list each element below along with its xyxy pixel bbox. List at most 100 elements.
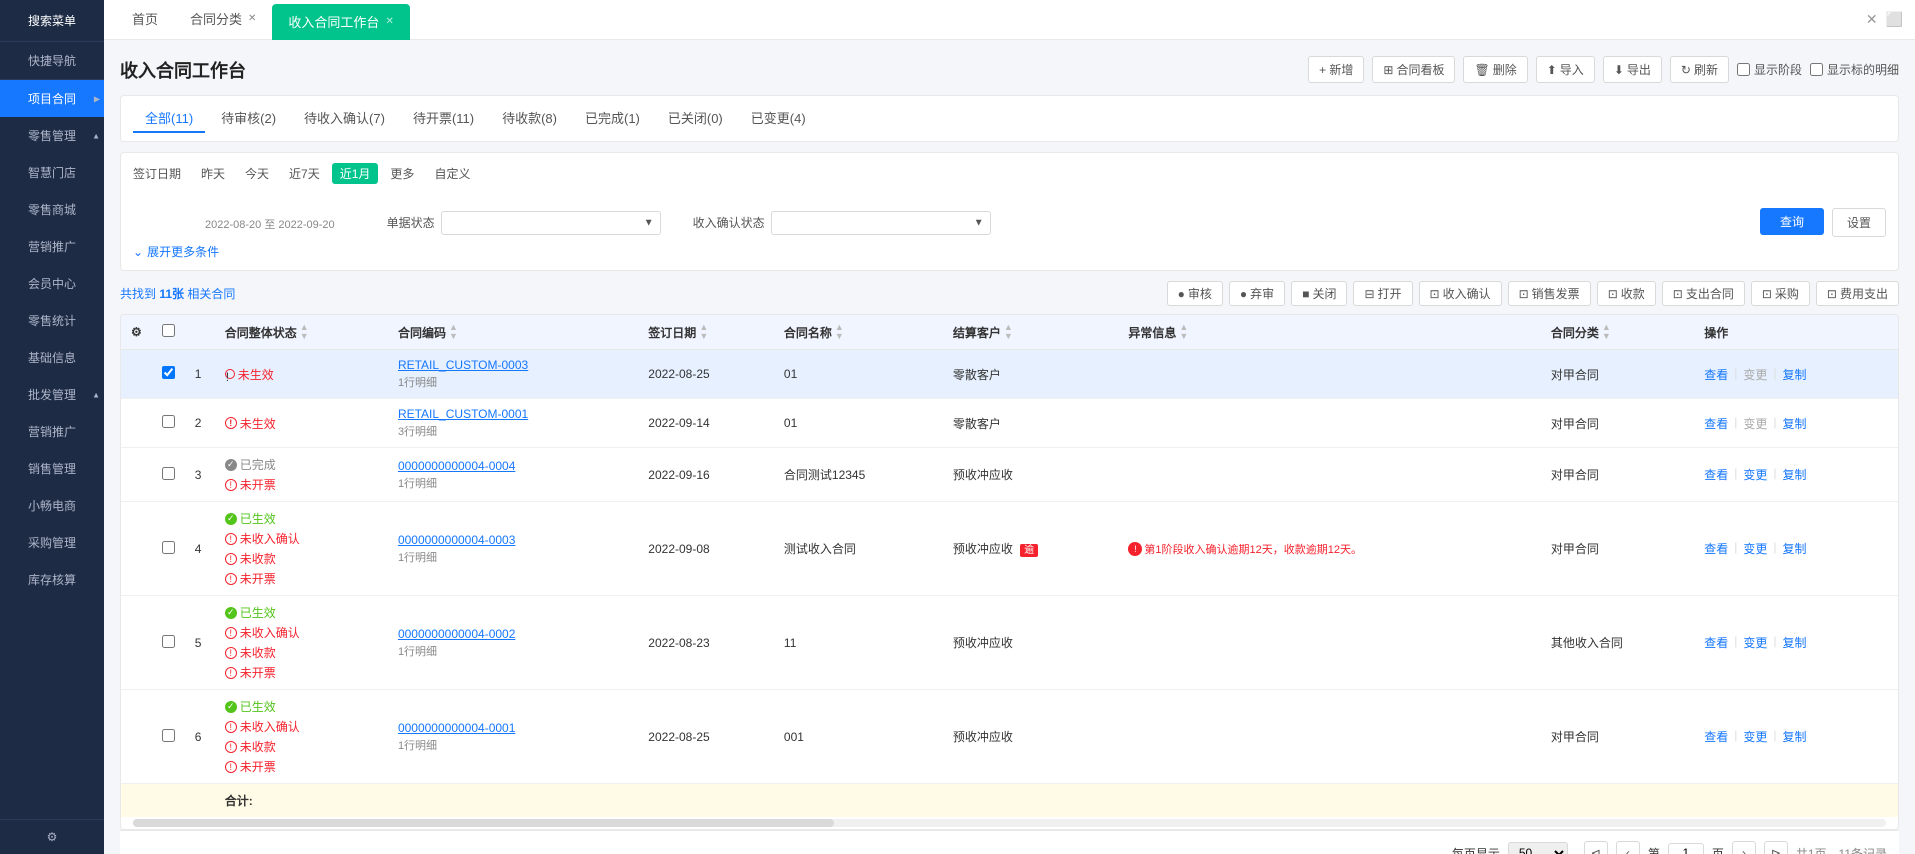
tab-income-workbench-close[interactable]: ✕ — [385, 16, 393, 27]
audit-button[interactable]: ● 审核 — [1167, 281, 1223, 306]
status-tab-pending-review[interactable]: 待审核(2) — [209, 104, 288, 133]
sales-invoice-button[interactable]: ⊡ 销售发票 — [1508, 281, 1591, 306]
show-fields-input[interactable] — [1737, 63, 1750, 76]
row3-code-link[interactable]: 0000000000004-0004 — [398, 459, 628, 473]
status-tab-pending-collect[interactable]: 待收款(8) — [490, 104, 569, 133]
scroll-thumb[interactable] — [133, 819, 834, 827]
row1-view[interactable]: 查看 — [1704, 366, 1728, 383]
close-button[interactable]: ■ 关闭 — [1291, 281, 1347, 306]
row3-change[interactable]: 变更 — [1743, 466, 1767, 483]
expense-out-button[interactable]: ⊡ 支出合同 — [1662, 281, 1745, 306]
row6-change[interactable]: 变更 — [1743, 728, 1767, 745]
row5-view[interactable]: 查看 — [1704, 634, 1728, 651]
show-marks-checkbox[interactable]: 显示标的明细 — [1810, 61, 1899, 78]
income-confirm-button[interactable]: ⊡ 收入确认 — [1419, 281, 1502, 306]
row5-check[interactable] — [162, 635, 175, 648]
abandon-button[interactable]: ● 弃审 — [1229, 281, 1285, 306]
sort-contract-code[interactable]: ▲▼ — [449, 323, 458, 341]
status-tab-closed[interactable]: 已关闭(0) — [656, 104, 735, 133]
sidebar-item-purchase-mgmt[interactable]: 采购管理 — [0, 524, 104, 561]
sidebar-item-marketing2[interactable]: 营销推广 — [0, 413, 104, 450]
row2-change[interactable]: 变更 — [1743, 415, 1767, 432]
date-yesterday[interactable]: 昨天 — [193, 163, 233, 184]
row3-view[interactable]: 查看 — [1704, 466, 1728, 483]
row6-check[interactable] — [162, 729, 175, 742]
sidebar-item-inventory[interactable]: 库存核算 — [0, 561, 104, 598]
fee-out-button[interactable]: ⊡ 费用支出 — [1816, 281, 1899, 306]
sidebar-item-xiochang[interactable]: 小畅电商 — [0, 487, 104, 524]
sort-contract-type[interactable]: ▲▼ — [1602, 323, 1611, 341]
horizontal-scrollbar[interactable] — [133, 819, 1886, 827]
row1-change[interactable]: 变更 — [1743, 366, 1767, 383]
status-tab-completed[interactable]: 已完成(1) — [573, 104, 652, 133]
sort-sign-date[interactable]: ▲▼ — [699, 323, 708, 341]
sidebar-settings[interactable]: ⚙ — [0, 819, 104, 854]
row4-copy[interactable]: 复制 — [1782, 540, 1806, 557]
row5-code-link[interactable]: 0000000000004-0002 — [398, 627, 628, 641]
sidebar-item-project[interactable]: 项目合同 ▶ — [0, 80, 104, 117]
row2-code-link[interactable]: RETAIL_CUSTOM-0001 — [398, 407, 628, 421]
print-button[interactable]: ⊟ 打开 — [1353, 281, 1412, 306]
sort-settlement-customer[interactable]: ▲▼ — [1004, 323, 1013, 341]
contract-board-button[interactable]: ⊞ 合同看板 — [1372, 56, 1455, 83]
row1-code-link[interactable]: RETAIL_CUSTOM-0003 — [398, 358, 628, 372]
page-prev-button[interactable]: ‹ — [1616, 841, 1640, 854]
tab-maximize[interactable]: ⬜ — [1886, 11, 1903, 28]
tab-home[interactable]: 首页 — [116, 0, 174, 40]
date-more[interactable]: 更多 — [382, 163, 422, 184]
expand-more[interactable]: ⌄ 展开更多条件 — [133, 243, 1886, 260]
collect-button[interactable]: ⊡ 收款 — [1597, 281, 1656, 306]
col-settings[interactable]: ⚙ — [121, 315, 152, 350]
page-last-button[interactable]: ⊳ — [1764, 841, 1788, 854]
sidebar-item-member[interactable]: 会员中心 — [0, 265, 104, 302]
date-today[interactable]: 今天 — [237, 163, 277, 184]
row5-change[interactable]: 变更 — [1743, 634, 1767, 651]
income-status-select[interactable]: ▼ — [771, 211, 991, 235]
delete-button[interactable]: 🗑 删除 — [1463, 56, 1527, 83]
row4-change[interactable]: 变更 — [1743, 540, 1767, 557]
row4-check[interactable] — [162, 541, 175, 554]
sidebar-item-retail-mgmt[interactable]: 零售管理 ▲ — [0, 117, 104, 154]
status-tab-pending-invoice[interactable]: 待开票(11) — [401, 104, 486, 133]
row6-view[interactable]: 查看 — [1704, 728, 1728, 745]
row4-code-link[interactable]: 0000000000004-0003 — [398, 533, 628, 547]
row5-copy[interactable]: 复制 — [1782, 634, 1806, 651]
sidebar-quick-nav[interactable]: 快捷导航 — [0, 42, 104, 80]
row6-copy[interactable]: 复制 — [1782, 728, 1806, 745]
import-button[interactable]: ⬆ 导入 — [1536, 56, 1595, 83]
page-first-button[interactable]: ⊲ — [1584, 841, 1608, 854]
sidebar-item-retail-mall[interactable]: 零售商城 — [0, 191, 104, 228]
sidebar-item-smart-store[interactable]: 智慧门店 — [0, 154, 104, 191]
doc-status-select[interactable]: ▼ — [441, 211, 661, 235]
sidebar-item-marketing[interactable]: 营销推广 — [0, 228, 104, 265]
query-button[interactable]: 查询 — [1760, 208, 1824, 235]
sidebar-item-basic-info[interactable]: 基础信息 — [0, 339, 104, 376]
page-input[interactable] — [1668, 843, 1704, 854]
date-last1month[interactable]: 近1月 — [332, 163, 379, 184]
new-button[interactable]: + 新增 — [1308, 56, 1364, 83]
show-fields-checkbox[interactable]: 显示阶段 — [1737, 61, 1802, 78]
refresh-button[interactable]: ↻ 刷新 — [1670, 56, 1729, 83]
sidebar-item-wholesale-mgmt[interactable]: 批发管理 ▲ — [0, 376, 104, 413]
page-next-button[interactable]: › — [1732, 841, 1756, 854]
filter-settings-button[interactable]: 设置 — [1832, 208, 1886, 237]
sidebar-item-sales-mgmt[interactable]: 销售管理 — [0, 450, 104, 487]
tab-close-all[interactable]: ✕ — [1866, 11, 1878, 28]
row4-view[interactable]: 查看 — [1704, 540, 1728, 557]
sort-overall-status[interactable]: ▲▼ — [300, 323, 309, 341]
status-tab-all[interactable]: 全部(11) — [133, 104, 205, 133]
row1-check[interactable] — [162, 366, 175, 379]
purchase-button[interactable]: ⊡ 采购 — [1751, 281, 1810, 306]
row2-check[interactable] — [162, 415, 175, 428]
tab-income-workbench[interactable]: 收入合同工作台 ✕ — [272, 4, 409, 40]
row2-copy[interactable]: 复制 — [1782, 415, 1806, 432]
row1-copy[interactable]: 复制 — [1782, 366, 1806, 383]
status-tab-changed[interactable]: 已变更(4) — [739, 104, 818, 133]
date-custom[interactable]: 自定义 — [426, 163, 478, 184]
export-button[interactable]: ⬇ 导出 — [1603, 56, 1662, 83]
date-last7[interactable]: 近7天 — [281, 163, 328, 184]
sort-abnormal-info[interactable]: ▲▼ — [1179, 323, 1188, 341]
sort-contract-name[interactable]: ▲▼ — [835, 323, 844, 341]
row3-check[interactable] — [162, 467, 175, 480]
sidebar-search[interactable]: 搜索菜单 — [0, 0, 104, 42]
